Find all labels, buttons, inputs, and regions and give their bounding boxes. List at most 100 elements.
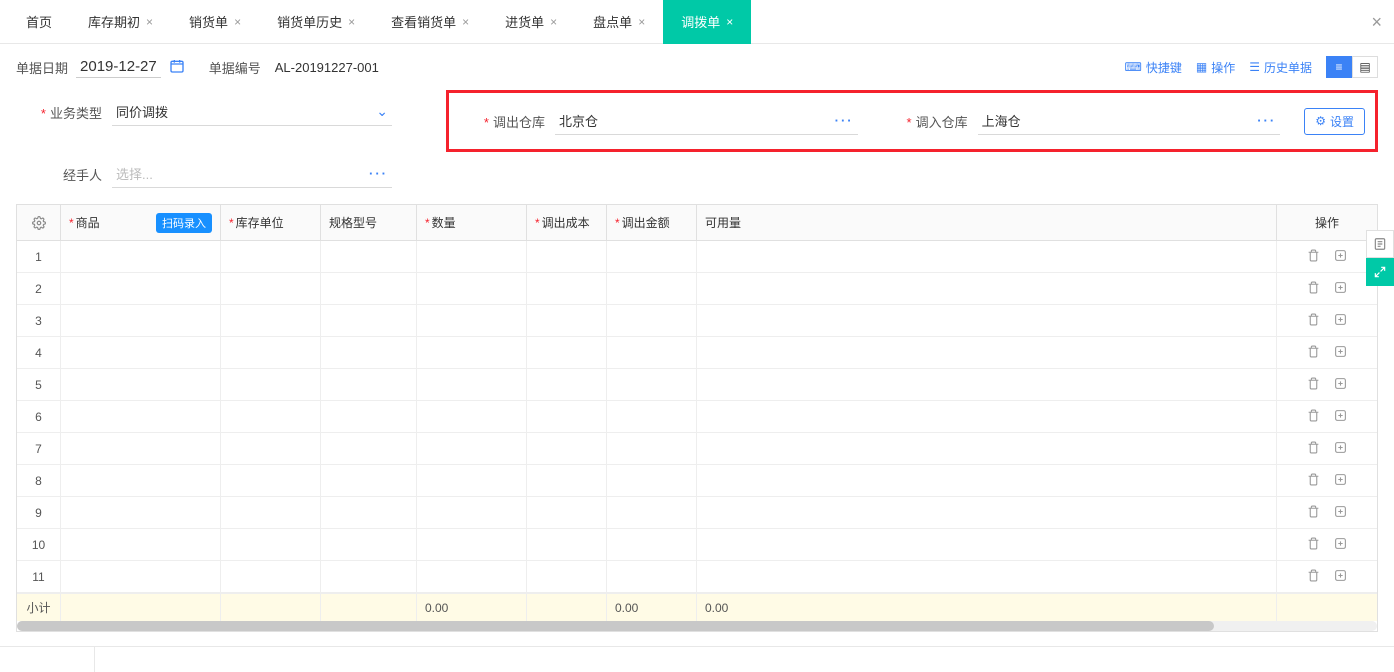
scan-input-badge[interactable]: 扫码录入 (156, 213, 212, 233)
tab-sales-history[interactable]: 销货单历史× (259, 0, 373, 44)
delete-icon[interactable] (1307, 313, 1320, 329)
close-all-icon[interactable]: × (1371, 12, 1382, 33)
tabs-bar: 首页 库存期初× 销货单× 销货单历史× 查看销货单× 进货单× 盘点单× 调拨… (0, 0, 1394, 44)
table-row[interactable]: 2 (17, 273, 1377, 305)
row-index: 7 (17, 433, 61, 464)
table-row[interactable]: 1 (17, 241, 1377, 273)
table-row[interactable]: 3 (17, 305, 1377, 337)
doc-no-label: 单据编号 (209, 58, 261, 77)
col-unit: *库存单位 (221, 205, 321, 240)
subtotal-qty: 0.00 (417, 594, 527, 621)
notes-icon[interactable] (1366, 230, 1394, 258)
expand-icon[interactable] (1366, 258, 1394, 286)
doc-no-value: AL-20191227-001 (275, 60, 379, 75)
col-operation: 操作 (1277, 205, 1377, 240)
tab-view-sales[interactable]: 查看销货单× (373, 0, 487, 44)
add-icon[interactable] (1334, 569, 1347, 585)
table-row[interactable]: 6 (17, 401, 1377, 433)
close-icon[interactable]: × (234, 15, 241, 29)
close-icon[interactable]: × (550, 15, 557, 29)
table-row[interactable]: 5 (17, 369, 1377, 401)
view-toggle: ≡ ▤ (1326, 56, 1378, 78)
subtotal-avail: 0.00 (697, 594, 1277, 621)
shortcut-link[interactable]: ⌨快捷键 (1125, 59, 1182, 76)
delete-icon[interactable] (1307, 505, 1320, 521)
column-settings-button[interactable] (17, 205, 61, 240)
col-qty: *数量 (417, 205, 527, 240)
out-warehouse-field: 调出仓库 北京仓 ··· (459, 99, 858, 143)
handler-select[interactable]: 选择... ··· (112, 160, 392, 188)
table-row[interactable]: 4 (17, 337, 1377, 369)
horizontal-scrollbar[interactable] (17, 621, 1377, 631)
row-index: 8 (17, 465, 61, 496)
table-row[interactable]: 8 (17, 465, 1377, 497)
calendar-icon[interactable] (169, 58, 185, 77)
more-icon: ··· (835, 113, 854, 128)
tab-inventory-init[interactable]: 库存期初× (70, 0, 171, 44)
in-warehouse-label: 调入仓库 (882, 112, 978, 131)
history-link[interactable]: ☰历史单据 (1249, 59, 1312, 76)
handler-field: 经手人 选择... ··· (16, 152, 446, 196)
keyboard-icon: ⌨ (1125, 60, 1142, 74)
table-row[interactable]: 9 (17, 497, 1377, 529)
tab-sales-order[interactable]: 销货单× (171, 0, 259, 44)
add-icon[interactable] (1334, 537, 1347, 553)
close-icon[interactable]: × (638, 15, 645, 29)
operate-link[interactable]: ▦操作 (1196, 59, 1235, 76)
table-row[interactable]: 10 (17, 529, 1377, 561)
row-index: 1 (17, 241, 61, 272)
add-icon[interactable] (1334, 441, 1347, 457)
table-row[interactable]: 11 (17, 561, 1377, 593)
biz-type-label: 业务类型 (16, 103, 112, 122)
delete-icon[interactable] (1307, 441, 1320, 457)
close-icon[interactable]: × (726, 15, 733, 29)
close-icon[interactable]: × (462, 15, 469, 29)
biz-type-select[interactable]: 同价调拨 ⌄ (112, 98, 392, 126)
date-input[interactable]: 2019-12-27 (76, 56, 161, 78)
out-warehouse-select[interactable]: 北京仓 ··· (555, 107, 858, 135)
in-warehouse-field: 调入仓库 上海仓 ··· (882, 99, 1281, 143)
table-row[interactable]: 7 (17, 433, 1377, 465)
delete-icon[interactable] (1307, 281, 1320, 297)
view-grid-button[interactable]: ▤ (1352, 56, 1378, 78)
col-spec: 规格型号 (321, 205, 417, 240)
row-index: 6 (17, 401, 61, 432)
delete-icon[interactable] (1307, 249, 1320, 265)
more-icon: ··· (369, 166, 388, 181)
form-area: 业务类型 同价调拨 ⌄ 调出仓库 北京仓 ··· 调入仓库 (0, 90, 1394, 204)
add-icon[interactable] (1334, 313, 1347, 329)
add-icon[interactable] (1334, 345, 1347, 361)
col-cost: *调出成本 (527, 205, 607, 240)
delete-icon[interactable] (1307, 537, 1320, 553)
delete-icon[interactable] (1307, 409, 1320, 425)
add-icon[interactable] (1334, 473, 1347, 489)
delete-icon[interactable] (1307, 345, 1320, 361)
add-icon[interactable] (1334, 249, 1347, 265)
grid-container: *商品扫码录入 *库存单位 规格型号 *数量 *调出成本 *调出金额 可用量 操… (0, 204, 1394, 632)
side-panel (1366, 230, 1394, 286)
row-index: 11 (17, 561, 61, 592)
delete-icon[interactable] (1307, 473, 1320, 489)
row-index: 10 (17, 529, 61, 560)
close-icon[interactable]: × (348, 15, 355, 29)
tab-transfer-order[interactable]: 调拨单× (663, 0, 751, 44)
tab-stocktake[interactable]: 盘点单× (575, 0, 663, 44)
grid-body: 1234567891011 (17, 241, 1377, 593)
add-icon[interactable] (1334, 505, 1347, 521)
view-list-button[interactable]: ≡ (1326, 56, 1352, 78)
delete-icon[interactable] (1307, 377, 1320, 393)
gear-icon: ⚙ (1315, 114, 1326, 128)
subtotal-label: 小计 (17, 594, 61, 621)
close-icon[interactable]: × (146, 15, 153, 29)
add-icon[interactable] (1334, 409, 1347, 425)
row-index: 9 (17, 497, 61, 528)
chevron-down-icon: ⌄ (376, 103, 388, 120)
add-icon[interactable] (1334, 281, 1347, 297)
tab-home[interactable]: 首页 (8, 0, 70, 44)
settings-button[interactable]: ⚙ 设置 (1304, 108, 1365, 135)
tab-purchase-order[interactable]: 进货单× (487, 0, 575, 44)
delete-icon[interactable] (1307, 569, 1320, 585)
in-warehouse-select[interactable]: 上海仓 ··· (978, 107, 1281, 135)
biz-type-field: 业务类型 同价调拨 ⌄ (16, 90, 446, 134)
add-icon[interactable] (1334, 377, 1347, 393)
